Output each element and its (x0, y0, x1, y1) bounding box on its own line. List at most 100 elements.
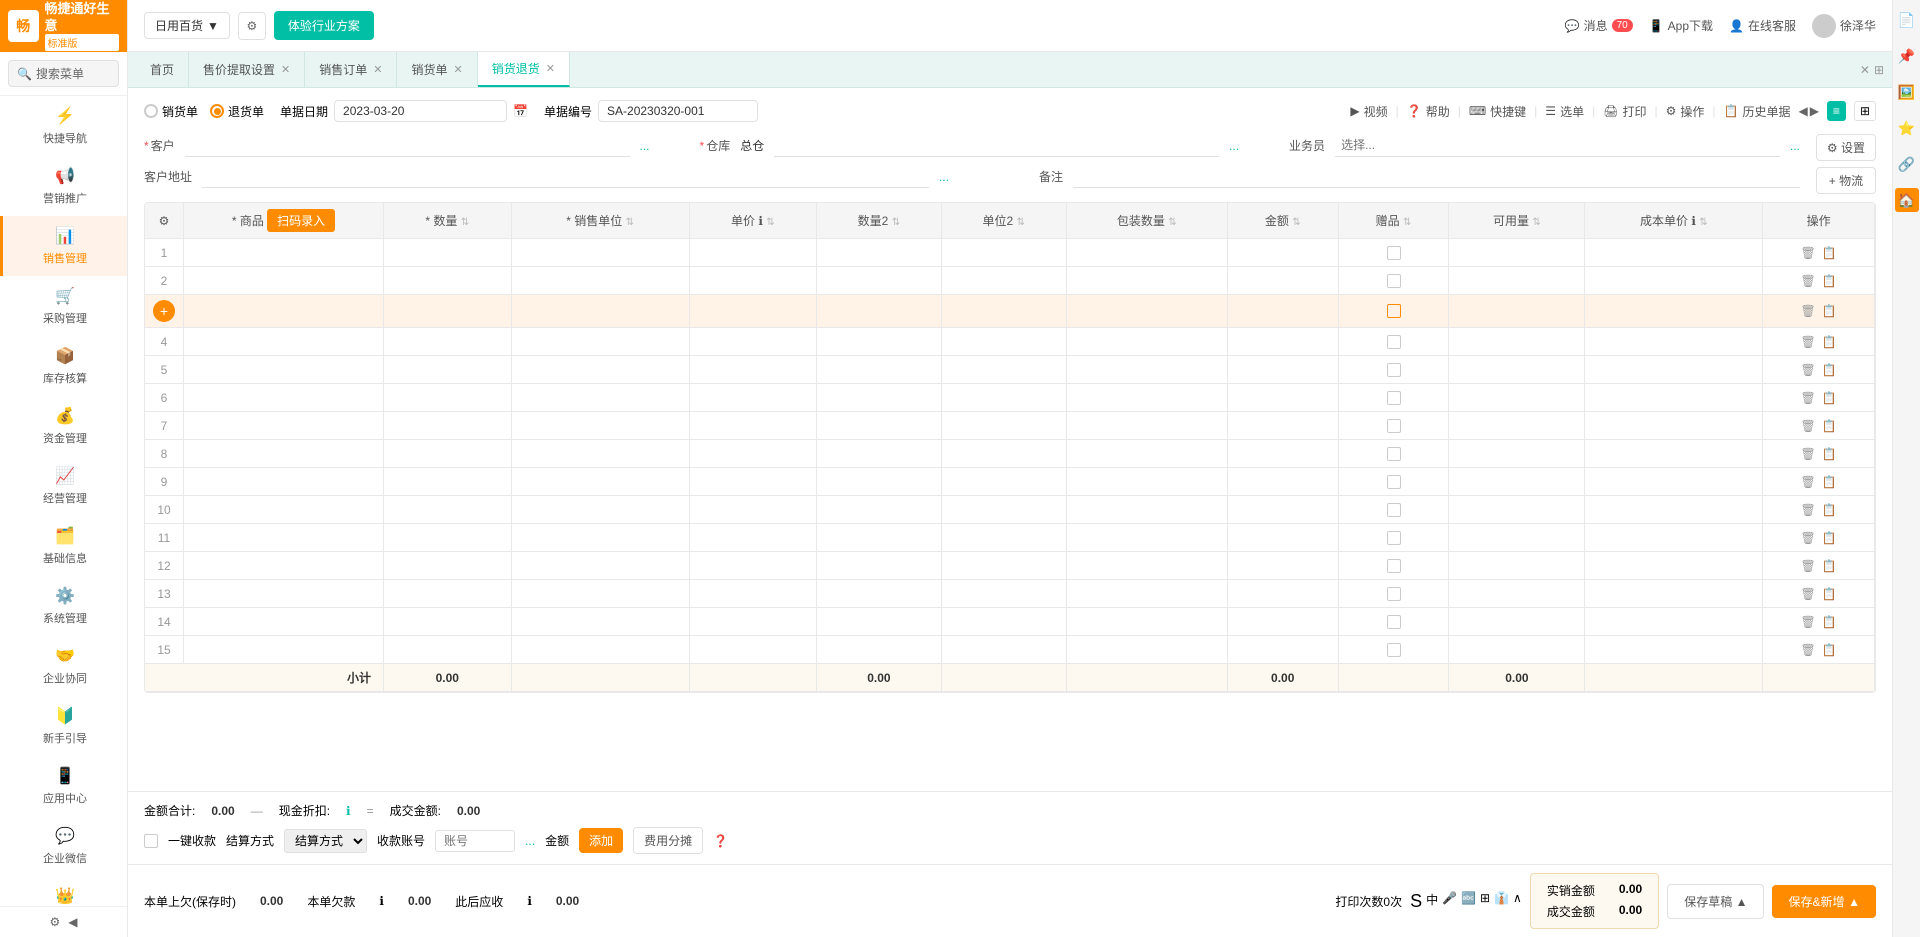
copy-icon[interactable]: 📋 (1822, 559, 1837, 573)
radio-delivery[interactable]: 销货单 (144, 103, 198, 120)
tab-sales-return[interactable]: 销货退货 ✕ (478, 52, 570, 87)
sort-cost-icon[interactable]: ⇅ (1699, 217, 1707, 228)
copy-row-1-icon[interactable]: 📋 (1822, 246, 1837, 260)
logistics-button[interactable]: + 物流 (1816, 167, 1876, 194)
customer-input[interactable] (185, 134, 630, 157)
doc-date-input[interactable] (334, 100, 507, 122)
row-avail-1[interactable] (1449, 239, 1585, 267)
tab-price-setting[interactable]: 售价提取设置 ✕ (189, 52, 305, 87)
delete-row-1-icon[interactable]: 🗑 (1801, 246, 1816, 260)
copy-row-2-icon[interactable]: 📋 (1822, 274, 1837, 288)
copy-row-3-icon[interactable]: 📋 (1822, 304, 1837, 318)
user-profile[interactable]: 徐泽华 (1812, 14, 1876, 38)
row-amount-2[interactable] (1227, 267, 1338, 295)
warehouse-input[interactable] (774, 134, 1219, 157)
row-pkg-1[interactable] (1066, 239, 1227, 267)
sidebar-item-member[interactable]: 👑 畅会员 (0, 876, 127, 906)
right-tool-home[interactable]: 🏠 (1895, 188, 1919, 212)
row-price-1[interactable] (689, 239, 816, 267)
calculate-method-select[interactable]: 结算方式 (284, 829, 367, 853)
view-card-button[interactable]: ≡ (1827, 101, 1846, 121)
copy-icon[interactable]: 📋 (1822, 615, 1837, 629)
delete-icon[interactable]: 🗑 (1801, 391, 1816, 405)
row-unit2-1[interactable] (941, 239, 1066, 267)
delete-icon[interactable]: 🗑 (1801, 531, 1816, 545)
row-qty-2[interactable] (384, 267, 512, 295)
row-unit2-2[interactable] (941, 267, 1066, 295)
sidebar-item-purchase[interactable]: 🛒 采购管理 (0, 276, 127, 336)
select-order-button[interactable]: ☰ 选单 (1545, 103, 1584, 120)
delete-row-2-icon[interactable]: 🗑 (1801, 274, 1816, 288)
row-pkg-3[interactable] (1066, 295, 1227, 328)
tab-sales-order-close[interactable]: ✕ (373, 63, 382, 76)
experience-button[interactable]: 体验行业方案 (274, 11, 374, 40)
sidebar-item-guide[interactable]: 🔰 新手引导 (0, 696, 127, 756)
tool-icon-4[interactable]: ⊞ (1480, 891, 1490, 912)
row-avail-2[interactable] (1449, 267, 1585, 295)
copy-icon[interactable]: 📋 (1822, 391, 1837, 405)
copy-icon[interactable]: 📋 (1822, 419, 1837, 433)
customer-more-button[interactable]: ... (640, 139, 650, 153)
right-tool-pin[interactable]: 📌 (1895, 44, 1919, 68)
right-tool-doc[interactable]: 📄 (1895, 8, 1919, 32)
sidebar-item-finance[interactable]: 💰 资金管理 (0, 396, 127, 456)
row-price-3[interactable] (689, 295, 816, 328)
delete-icon[interactable]: 🗑 (1801, 615, 1816, 629)
copy-icon[interactable]: 📋 (1822, 531, 1837, 545)
save-new-button[interactable]: 保存&新增 ▲ (1772, 885, 1876, 918)
copy-icon[interactable]: 📋 (1822, 447, 1837, 461)
row-pkg-2[interactable] (1066, 267, 1227, 295)
row-amount-1[interactable] (1227, 239, 1338, 267)
sidebar-item-operation[interactable]: 📈 经营管理 (0, 456, 127, 516)
sort-unit2-icon[interactable]: ⇅ (1017, 217, 1025, 228)
row-cost-1[interactable] (1585, 239, 1763, 267)
industry-dropdown[interactable]: 日用百货 ▼ (144, 12, 230, 39)
next-icon[interactable]: ▶ (1810, 104, 1819, 118)
tab-sales-delivery-close[interactable]: ✕ (454, 63, 463, 76)
settings-icon[interactable]: ⚙ (50, 915, 61, 929)
sidebar-item-apps[interactable]: 📱 应用中心 (0, 756, 127, 816)
help-button[interactable]: ❓ 帮助 (1407, 103, 1450, 120)
account-input[interactable] (435, 830, 515, 852)
app-download-button[interactable]: 📱 App下载 (1649, 17, 1713, 34)
sidebar-item-marketing[interactable]: 📢 营销推广 (0, 156, 127, 216)
close-all-tabs[interactable]: ✕ ⊞ (1860, 63, 1884, 77)
one-click-payment-checkbox[interactable] (144, 834, 158, 848)
addr-more-button[interactable]: ... (939, 170, 949, 184)
copy-icon[interactable]: 📋 (1822, 587, 1837, 601)
sort-avail-icon[interactable]: ⇅ (1532, 217, 1540, 228)
message-button[interactable]: 💬 消息 70 (1565, 17, 1633, 34)
row-qty-3[interactable] (384, 295, 512, 328)
calendar-icon[interactable]: 📅 (513, 104, 528, 118)
row-product-1[interactable] (184, 239, 384, 267)
sougou-icon[interactable]: S (1410, 891, 1422, 912)
video-button[interactable]: ▶ 视频 (1350, 103, 1387, 120)
sidebar-item-system[interactable]: ⚙️ 系统管理 (0, 576, 127, 636)
row-cost-3[interactable] (1585, 295, 1763, 328)
tab-home[interactable]: 首页 (136, 52, 189, 87)
delete-icon[interactable]: 🗑 (1801, 335, 1816, 349)
account-more-button[interactable]: ... (525, 834, 535, 848)
salesperson-more-button[interactable]: ... (1790, 139, 1800, 153)
remark-input[interactable] (1073, 165, 1800, 188)
row-unit2-3[interactable] (941, 295, 1066, 328)
row-unit-3[interactable] (511, 295, 689, 328)
doc-no-input[interactable] (598, 100, 758, 122)
delete-icon[interactable]: 🗑 (1801, 559, 1816, 573)
salesperson-input[interactable] (1335, 134, 1780, 157)
copy-icon[interactable]: 📋 (1822, 363, 1837, 377)
row-unit-1[interactable] (511, 239, 689, 267)
fee-split-button[interactable]: 费用分摊 (633, 827, 703, 854)
row-avail-3[interactable] (1449, 295, 1585, 328)
radio-return[interactable]: 退货单 (210, 103, 264, 120)
sidebar-item-basic[interactable]: 🗂️ 基础信息 (0, 516, 127, 576)
collapse-icon[interactable]: ◀ (68, 915, 77, 929)
row-cost-2[interactable] (1585, 267, 1763, 295)
copy-icon[interactable]: 📋 (1822, 475, 1837, 489)
product-input-3[interactable] (192, 304, 375, 318)
tool-icon-5[interactable]: 👔 (1494, 891, 1509, 912)
tool-icon-3[interactable]: 🔤 (1461, 891, 1476, 912)
view-list-button[interactable]: ⊞ (1854, 101, 1876, 121)
save-draft-button[interactable]: 保存草稿 ▲ (1667, 884, 1764, 919)
add-payment-button[interactable]: 添加 (579, 828, 623, 853)
